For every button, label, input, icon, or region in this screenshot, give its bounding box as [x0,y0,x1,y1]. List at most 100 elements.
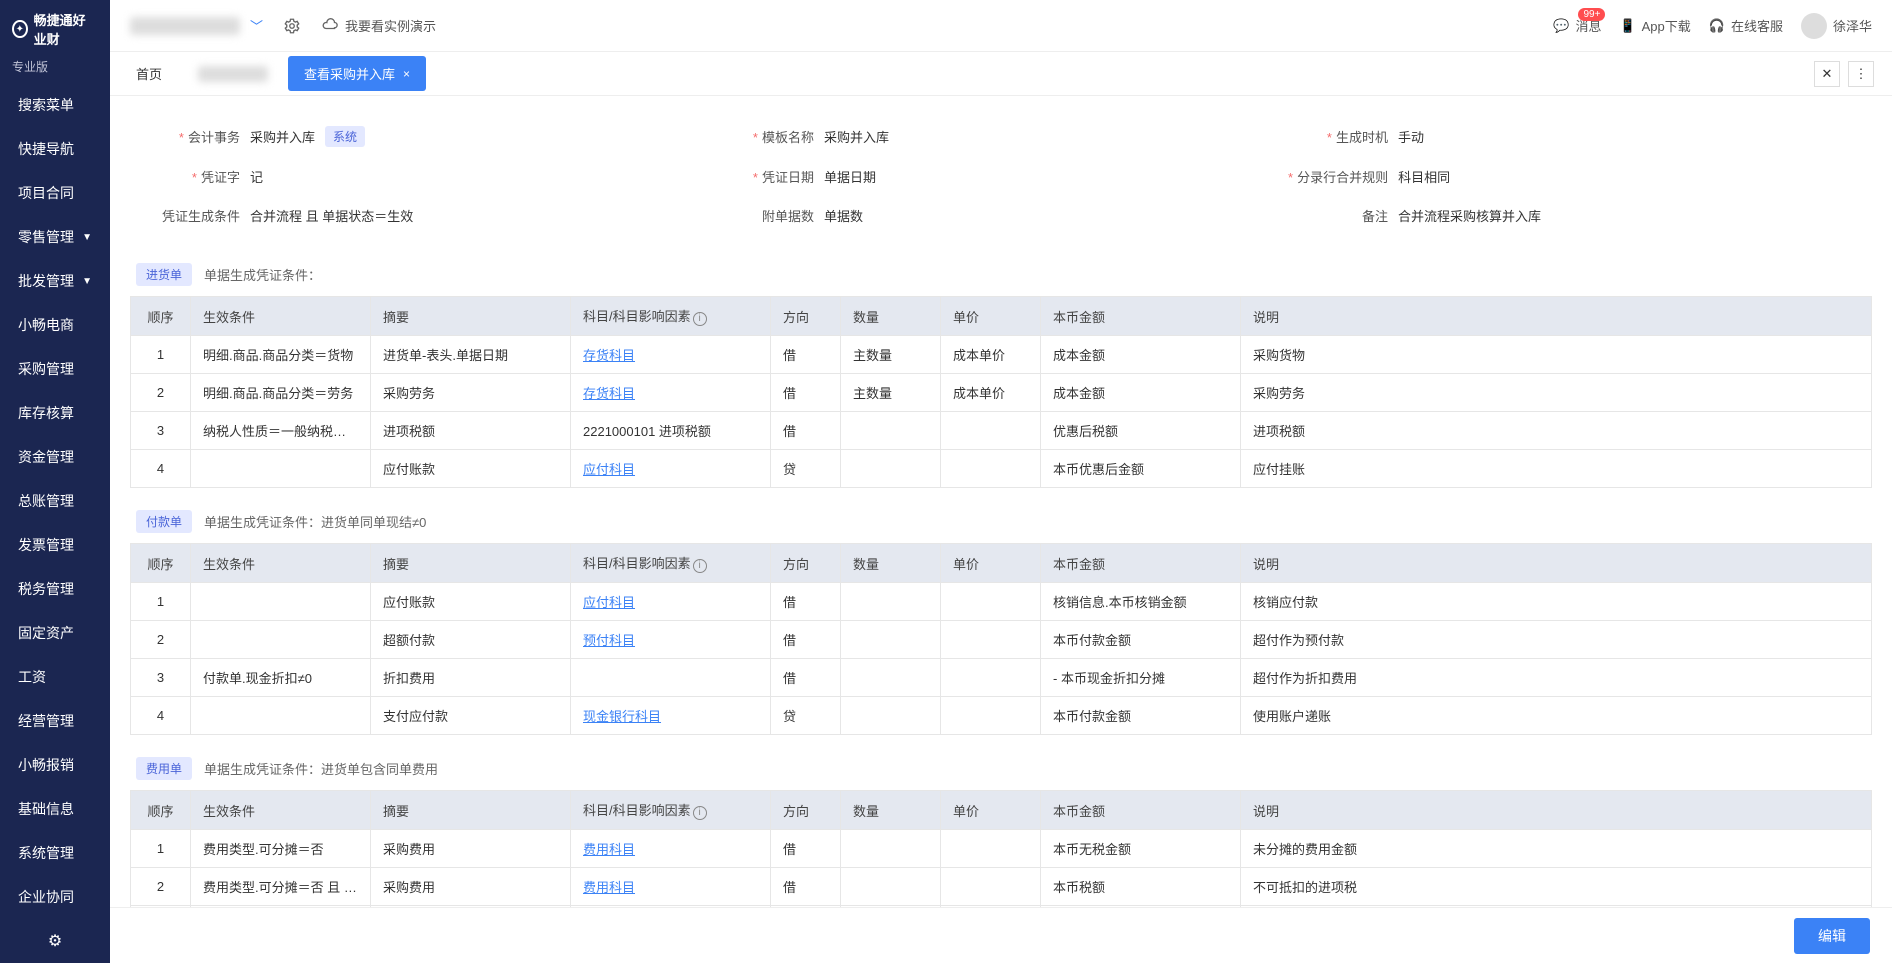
table-row: 4支付应付款现金银行科目贷本币付款金额使用账户递账 [131,697,1872,735]
tab-home[interactable]: 首页 [120,56,178,91]
f9-label: 备注 [1362,209,1388,224]
f6-label: 分录行合并规则 [1297,170,1388,185]
messages-button[interactable]: 💬 消息 99+ [1553,16,1601,35]
tab-close-all-button[interactable]: ✕ [1814,61,1840,87]
sidebar-item-label: 企业协同 [18,887,74,907]
cell-summary: 采购费用 [371,868,571,906]
cell-amount: 成本金额 [1041,336,1241,374]
cloud-icon [321,15,339,36]
table-row: 1应付账款应付科目借核销信息.本币核销金额核销应付款 [131,583,1872,621]
cell-amount: 优惠后税额 [1041,412,1241,450]
cell-qty [841,621,941,659]
sidebar-item-1[interactable]: 快捷导航 [0,127,110,171]
account-link[interactable]: 存货科目 [583,348,635,363]
sidebar-item-7[interactable]: 库存核算 [0,391,110,435]
cell-cond [191,697,371,735]
cell-qty [841,450,941,488]
gear-outline-icon[interactable] [281,15,303,37]
demo-link[interactable]: 我要看实例演示 [321,15,436,36]
cell-qty [841,830,941,868]
sidebar-item-16[interactable]: 基础信息 [0,787,110,831]
cell-seq: 2 [131,374,191,412]
info-icon[interactable]: i [693,806,707,820]
tab-close-icon[interactable]: × [403,67,410,81]
account-link[interactable]: 应付科目 [583,595,635,610]
cell-dir: 借 [771,830,841,868]
user-menu[interactable]: 徐泽华 [1801,13,1872,39]
sidebar-item-18[interactable]: 企业协同 [0,875,110,919]
info-icon[interactable]: i [693,559,707,573]
th-amount: 本币金额 [1041,297,1241,336]
cell-dir: 贷 [771,697,841,735]
sidebar-item-10[interactable]: 发票管理 [0,523,110,567]
cell-cond [191,583,371,621]
cell-price: 成本单价 [941,374,1041,412]
sidebar-item-17[interactable]: 系统管理 [0,831,110,875]
cell-account: 存货科目 [571,374,771,412]
cell-price: 成本单价 [941,336,1041,374]
account-link[interactable]: 应付科目 [583,462,635,477]
sidebar-item-9[interactable]: 总账管理 [0,479,110,523]
account-link[interactable]: 存货科目 [583,386,635,401]
voucher-table: 顺序生效条件摘要科目/科目影响因素i方向数量单价本币金额说明1应付账款应付科目借… [130,543,1872,735]
cell-qty [841,659,941,697]
cell-amount: 核销信息.本币核销金额 [1041,583,1241,621]
info-icon[interactable]: i [693,312,707,326]
cell-desc: 采购劳务 [1241,374,1872,412]
f5-value: 单据日期 [824,167,876,186]
table-row: 3付款单.现金折扣≠0折扣费用借- 本币现金折扣分摊超付作为折扣费用 [131,659,1872,697]
section-condition: 单据生成凭证条件：进货单包含同单费用 [204,759,438,778]
sidebar-item-15[interactable]: 小畅报销 [0,743,110,787]
org-selector[interactable]: ﹀ [130,16,263,35]
section-0: 进货单单据生成凭证条件：顺序生效条件摘要科目/科目影响因素i方向数量单价本币金额… [130,263,1872,488]
chevron-down-icon: ﹀ [250,16,263,35]
cell-desc: 进项税额 [1241,412,1872,450]
tab-more-button[interactable]: ⋮ [1848,61,1874,87]
account-link[interactable]: 现金银行科目 [583,709,661,724]
app-download-button[interactable]: 📱 App下载 [1619,16,1690,35]
settings-gear-icon[interactable]: ⚙ [0,919,110,963]
sidebar-item-14[interactable]: 经营管理 [0,699,110,743]
cell-account: 费用科目 [571,830,771,868]
sidebar-item-13[interactable]: 工资 [0,655,110,699]
th-cond: 生效条件 [191,297,371,336]
cell-amount: 成本金额 [1041,374,1241,412]
f1-value: 采购并入库 [250,127,315,146]
sidebar-item-8[interactable]: 资金管理 [0,435,110,479]
sidebar-item-label: 经营管理 [18,711,74,731]
cell-account: 预付科目 [571,621,771,659]
tab-active-label: 查看采购并入库 [304,64,395,83]
cell-summary: 应付账款 [371,583,571,621]
sidebar-item-6[interactable]: 采购管理 [0,347,110,391]
sidebar-item-4[interactable]: 批发管理▼ [0,259,110,303]
cell-price [941,868,1041,906]
sidebar-item-11[interactable]: 税务管理 [0,567,110,611]
th-dir: 方向 [771,544,841,583]
sidebar-item-5[interactable]: 小畅电商 [0,303,110,347]
table-row: 3纳税人性质＝一般纳税人 且 ž进项税额2221000101 进项税额借优惠后税… [131,412,1872,450]
sidebar-item-label: 小畅电商 [18,315,74,335]
table-row: 4应付账款应付科目贷本币优惠后金额应付挂账 [131,450,1872,488]
account-link[interactable]: 费用科目 [583,842,635,857]
cell-seq: 3 [131,659,191,697]
sidebar-item-3[interactable]: 零售管理▼ [0,215,110,259]
cell-amount: 本币优惠后金额 [1041,450,1241,488]
sidebar-item-label: 小畅报销 [18,755,74,775]
th-summary: 摘要 [371,544,571,583]
caret-down-icon: ▼ [82,276,92,287]
sidebar-item-12[interactable]: 固定资产 [0,611,110,655]
section-2: 费用单单据生成凭证条件：进货单包含同单费用顺序生效条件摘要科目/科目影响因素i方… [130,757,1872,907]
th-summary: 摘要 [371,791,571,830]
th-price: 单价 [941,791,1041,830]
cell-amount: - 本币现金折扣分摊 [1041,659,1241,697]
account-link[interactable]: 费用科目 [583,880,635,895]
sidebar-item-2[interactable]: 项目合同 [0,171,110,215]
tab-view-purchase-inbound[interactable]: 查看采购并入库 × [288,56,426,91]
edit-button[interactable]: 编辑 [1794,918,1870,954]
cell-account [571,659,771,697]
tab-blurred[interactable] [182,58,284,90]
content-scroll[interactable]: *会计事务 采购并入库 系统 *模板名称 采购并入库 *生成时机 手动 *凭证字… [110,96,1892,907]
online-service-button[interactable]: 🎧 在线客服 [1709,16,1783,35]
sidebar-item-0[interactable]: 搜索菜单 [0,83,110,127]
account-link[interactable]: 预付科目 [583,633,635,648]
